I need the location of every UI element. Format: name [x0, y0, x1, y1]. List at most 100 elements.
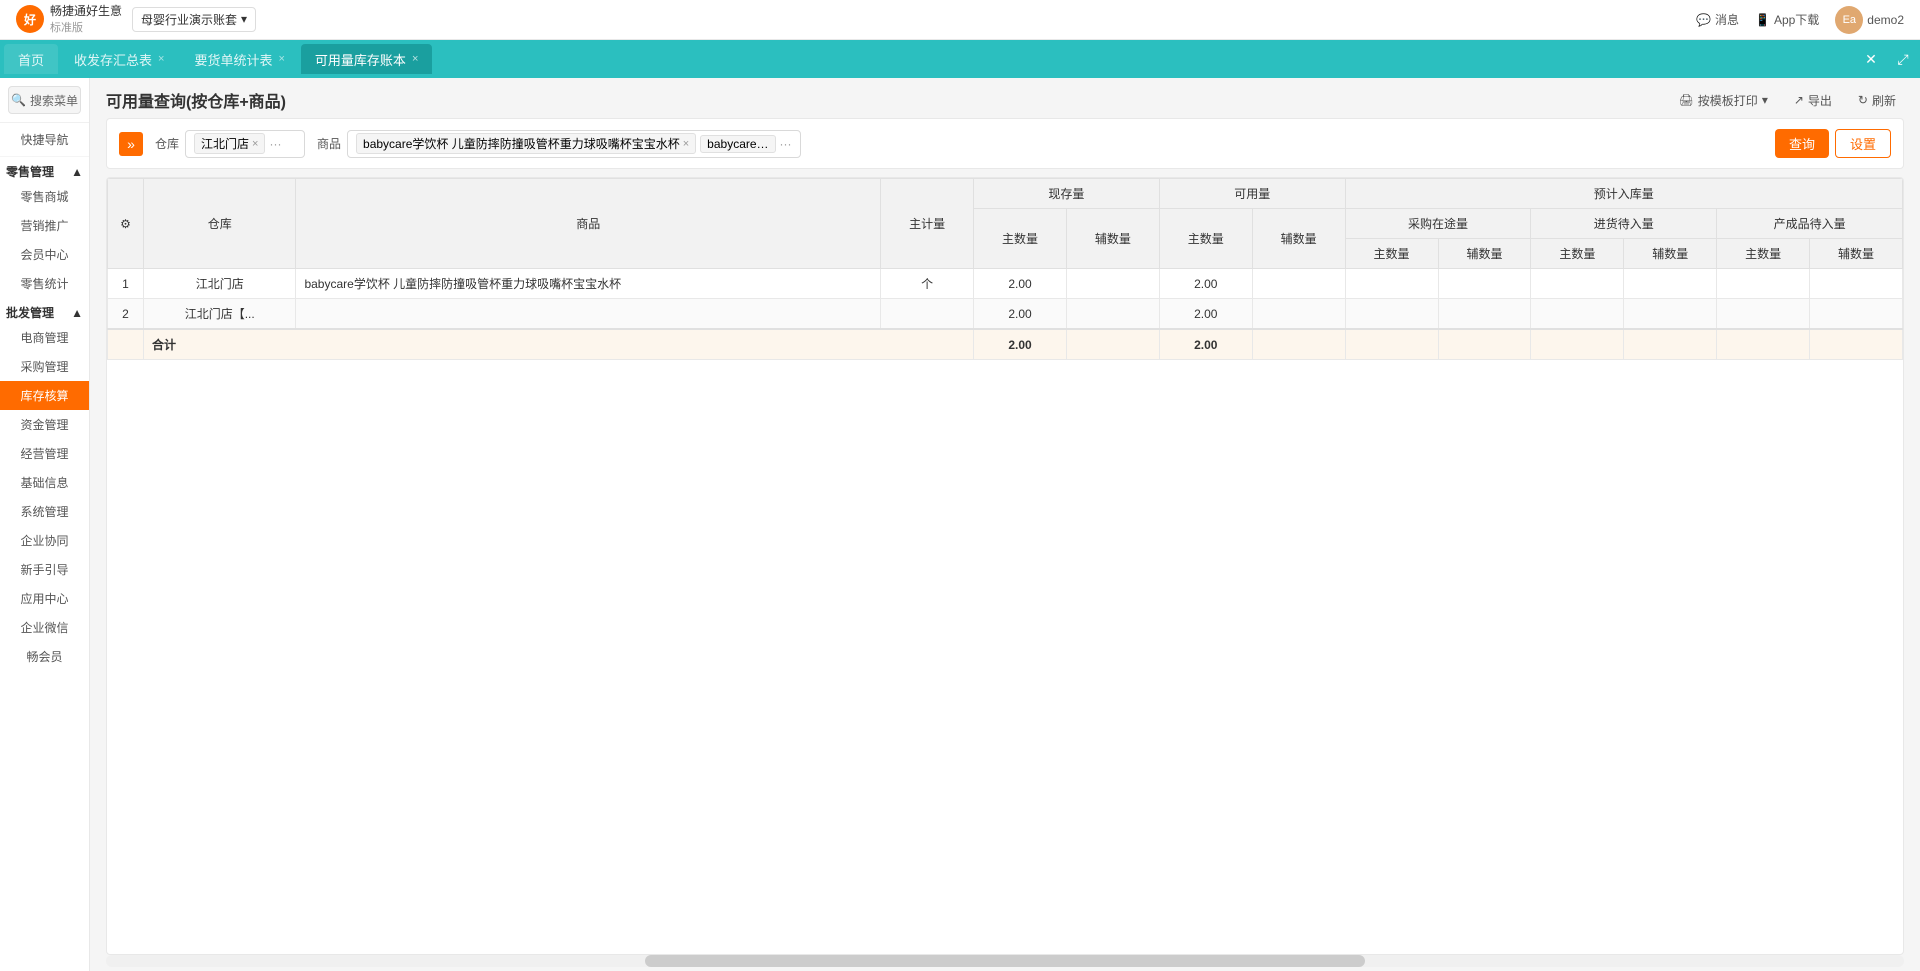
tab-close-icon3[interactable]: × — [412, 53, 418, 65]
query-button[interactable]: 查询 — [1775, 129, 1829, 158]
sidebar-item-newbie[interactable]: 新手引导 — [0, 555, 89, 584]
filter-actions: 查询 设置 — [1775, 129, 1891, 158]
arrow-icon: ▲ — [71, 165, 83, 179]
col-production-header: 产成品待入量 — [1717, 209, 1903, 239]
filter-expand-button[interactable]: » — [119, 132, 143, 156]
top-bar-right: 💬 消息 📱 App下载 Ea demo2 — [1696, 6, 1904, 34]
refresh-button[interactable]: ↻ 刷新 — [1850, 89, 1904, 112]
cell-product — [296, 299, 881, 330]
tab-available-stock[interactable]: 可用量库存账本 × — [301, 44, 432, 74]
cell-current-aux — [1066, 269, 1159, 299]
cell-available-main: 2.00 — [1159, 299, 1252, 330]
export-button[interactable]: ↗ 导出 — [1786, 89, 1840, 112]
sidebar-item-member2[interactable]: 畅会员 — [0, 642, 89, 671]
logo-icon: 好 — [16, 5, 44, 33]
tab-order-stats[interactable]: 要货单统计表 × — [180, 44, 298, 74]
ecommerce-label: 电商管理 — [20, 331, 68, 345]
marketing-label: 营销推广 — [20, 219, 68, 233]
tab-close-icon2[interactable]: × — [278, 53, 284, 65]
total-current-main: 2.00 — [974, 329, 1067, 360]
sidebar-item-retail-mall[interactable]: 零售商城 — [0, 182, 89, 211]
page-title: 可用量查询(按仓库+商品) — [106, 88, 286, 112]
tab-home[interactable]: 首页 — [4, 44, 58, 74]
member-label: 会员中心 — [20, 248, 68, 262]
tab-receive-send[interactable]: 收发存汇总表 × — [60, 44, 178, 74]
sidebar: 🔍 搜索菜单 快捷导航 零售管理 ▲ 零售商城 营销推广 会员中心 零售统计 批… — [0, 78, 90, 971]
sidebar-item-operations[interactable]: 经营管理 — [0, 439, 89, 468]
warehouse-more-dots[interactable]: ··· — [269, 137, 281, 151]
col-production-aux: 辅数量 — [1810, 239, 1903, 269]
sidebar-item-member[interactable]: 会员中心 — [0, 240, 89, 269]
product-tag1-remove[interactable]: × — [683, 138, 689, 150]
sidebar-item-marketing[interactable]: 营销推广 — [0, 211, 89, 240]
sidebar-item-quick-nav[interactable]: 快捷导航 — [0, 123, 89, 157]
tab-close-icon[interactable]: × — [158, 53, 164, 65]
sidebar-item-wechat[interactable]: 企业微信 — [0, 613, 89, 642]
export-icon: ↗ — [1794, 93, 1804, 107]
message-icon: 💬 — [1696, 13, 1711, 27]
cell-production-main — [1717, 299, 1810, 330]
settings-button[interactable]: 设置 — [1835, 129, 1891, 158]
product-tag2: babycare… — [700, 135, 775, 153]
nav-tabs: 首页 收发存汇总表 × 要货单统计表 × 可用量库存账本 × ✕ ⤢ — [0, 40, 1920, 78]
print-button[interactable]: 🖨 按模板打印 ▾ — [1671, 89, 1776, 112]
industry-selector[interactable]: 母婴行业演示账套 ▾ — [132, 7, 256, 32]
product-input[interactable]: babycare学饮杯 儿童防摔防撞吸管杯重力球吸嘴杯宝宝水杯 × babyca… — [347, 130, 801, 158]
wholesale-mgmt-label: 批发管理 — [6, 304, 54, 321]
col-available-main: 主数量 — [1159, 209, 1252, 269]
purchase-label: 采购管理 — [20, 360, 68, 374]
sidebar-item-inventory[interactable]: 库存核算 — [0, 381, 89, 410]
col-purchase-main: 主数量 — [1345, 239, 1438, 269]
table-row: 2 江北门店【... 2.00 2.00 — [108, 299, 1903, 330]
warehouse-tag: 江北门店 × — [194, 133, 265, 154]
app-center-label: 应用中心 — [20, 592, 68, 606]
col-inbound-main: 主数量 — [1531, 239, 1624, 269]
sidebar-section-wholesale[interactable]: 批发管理 ▲ — [0, 298, 89, 323]
app-download-button[interactable]: 📱 App下载 — [1755, 11, 1819, 28]
warehouse-filter-group: 仓库 江北门店 × ··· — [155, 130, 305, 158]
sidebar-item-basic-info[interactable]: 基础信息 — [0, 468, 89, 497]
sidebar-item-retail-stats[interactable]: 零售统计 — [0, 269, 89, 298]
sidebar-section-retail[interactable]: 零售管理 ▲ — [0, 157, 89, 182]
warehouse-tag-remove[interactable]: × — [252, 138, 258, 150]
message-button[interactable]: 💬 消息 — [1696, 11, 1739, 28]
app-label: App下载 — [1774, 11, 1819, 28]
cell-available-aux — [1252, 269, 1345, 299]
enterprise-label: 企业协同 — [20, 534, 68, 548]
total-purchase-main — [1345, 329, 1438, 360]
scrollbar-thumb[interactable] — [645, 955, 1364, 967]
sidebar-item-ecommerce[interactable]: 电商管理 — [0, 323, 89, 352]
sidebar-item-system[interactable]: 系统管理 — [0, 497, 89, 526]
sidebar-item-enterprise[interactable]: 企业协同 — [0, 526, 89, 555]
refresh-icon: ↻ — [1858, 93, 1868, 107]
message-label: 消息 — [1715, 11, 1739, 28]
warehouse-input[interactable]: 江北门店 × ··· — [185, 130, 305, 158]
col-forecast-header: 预计入库量 — [1345, 179, 1902, 209]
tab-available-stock-label: 可用量库存账本 — [315, 50, 406, 69]
user-menu[interactable]: Ea demo2 — [1835, 6, 1904, 34]
sidebar-item-finance[interactable]: 资金管理 — [0, 410, 89, 439]
arrow-icon2: ▲ — [71, 306, 83, 320]
refresh-label: 刷新 — [1872, 92, 1896, 109]
cell-inbound-main — [1531, 299, 1624, 330]
search-icon: 🔍 — [11, 93, 26, 107]
sidebar-item-app-center[interactable]: 应用中心 — [0, 584, 89, 613]
total-row: 合计 2.00 2.00 — [108, 329, 1903, 360]
top-bar-left: 好 畅捷通好生意 标准版 母婴行业演示账套 ▾ — [16, 4, 256, 34]
cell-inbound-main — [1531, 269, 1624, 299]
horizontal-scrollbar[interactable] — [106, 955, 1904, 967]
cell-production-aux — [1810, 269, 1903, 299]
sidebar-item-purchase[interactable]: 采购管理 — [0, 352, 89, 381]
search-menu-button[interactable]: 🔍 搜索菜单 — [8, 86, 81, 114]
cell-purchase-main — [1345, 299, 1438, 330]
cell-available-main: 2.00 — [1159, 269, 1252, 299]
cell-production-main — [1717, 269, 1810, 299]
col-inbound-header: 进货待入量 — [1531, 209, 1717, 239]
product-more-dots[interactable]: ··· — [780, 137, 792, 151]
close-window-button[interactable]: ✕ — [1858, 46, 1884, 72]
maximize-button[interactable]: ⤢ — [1890, 46, 1916, 72]
table-row: 1 江北门店 babycare学饮杯 儿童防摔防撞吸管杯重力球吸嘴杯宝宝水杯 个… — [108, 269, 1903, 299]
total-label: 合计 — [144, 329, 974, 360]
print-label: 按模板打印 — [1698, 92, 1758, 109]
operations-label: 经营管理 — [20, 447, 68, 461]
